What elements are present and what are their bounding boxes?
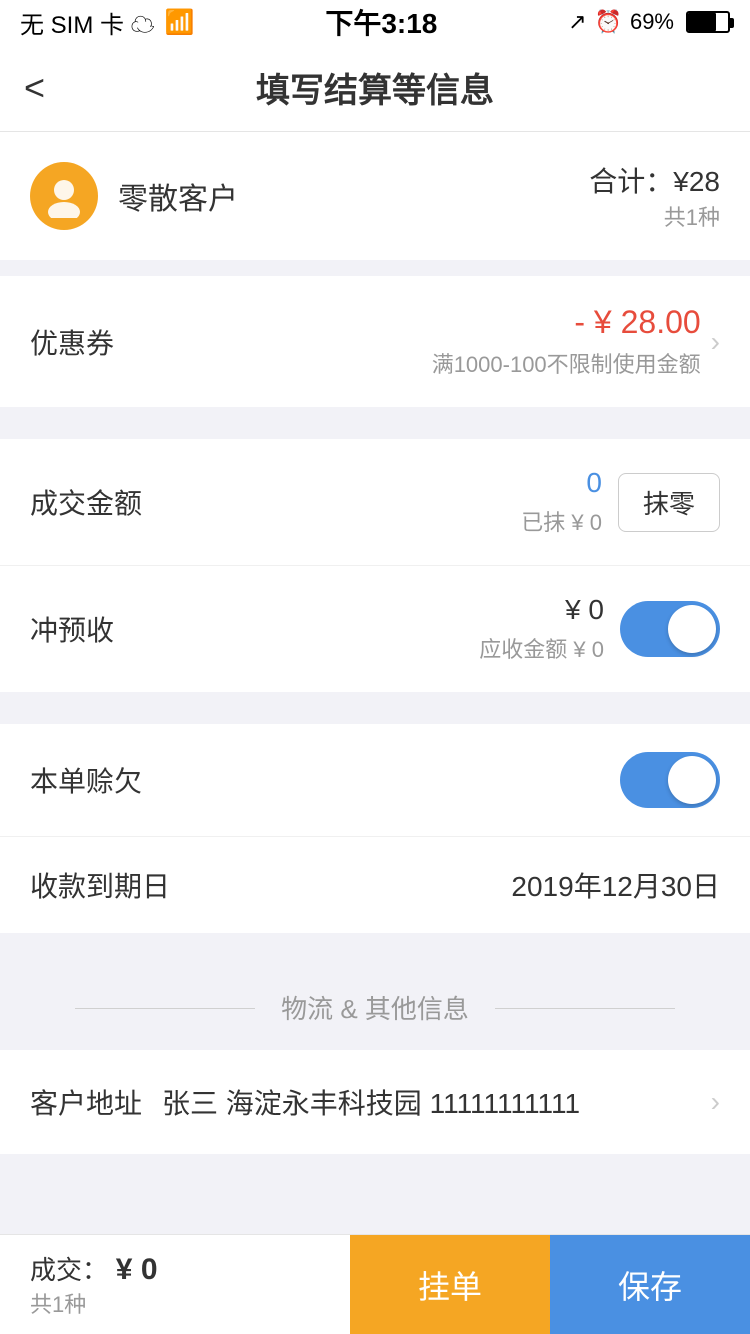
prepayment-row: 冲预收 ¥ 0 应收金额 ¥ 0	[0, 566, 750, 692]
address-left: 客户地址 张三 海淀永丰科技园 11111111111	[30, 1082, 580, 1122]
due-date-label: 收款到期日	[30, 865, 170, 905]
page-title: 填写结算等信息	[256, 63, 494, 112]
debt-right	[620, 752, 720, 808]
sim-label: 无 SIM 卡 ☁	[20, 5, 155, 40]
status-bar: 无 SIM 卡 ☁ 📶 下午3:18 ↗ ⏰ 69%	[0, 0, 750, 44]
bottom-deal-row: 成交： ¥ 0	[30, 1250, 320, 1287]
customer-name: 零散客户	[118, 174, 238, 218]
transaction-label: 成交金额	[30, 482, 142, 522]
debt-row: 本单赊欠	[0, 724, 750, 837]
alarm-icon: ⏰	[595, 9, 622, 35]
hang-order-button[interactable]: 挂单	[350, 1235, 550, 1334]
coupon-label: 优惠券	[30, 322, 114, 362]
due-date-row: 收款到期日 2019年12月30日	[0, 837, 750, 933]
debt-card: 本单赊欠 收款到期日 2019年12月30日	[0, 724, 750, 933]
battery-percent: 69%	[630, 9, 674, 35]
address-label: 客户地址	[30, 1082, 142, 1122]
bottom-deal-amount: ¥ 0	[116, 1253, 158, 1286]
transaction-right: 0 已抹 ¥ 0 抹零	[521, 467, 720, 537]
prepayment-toggle[interactable]	[620, 601, 720, 657]
battery-icon	[686, 11, 730, 33]
address-row[interactable]: 客户地址 张三 海淀永丰科技园 11111111111 ›	[0, 1050, 750, 1154]
round-zero-button[interactable]: 抹零	[618, 473, 720, 532]
address-value: 张三 海淀永丰科技园 11111111111	[162, 1082, 580, 1122]
nav-bar: < 填写结算等信息	[0, 44, 750, 132]
prepayment-value-block: ¥ 0 应收金额 ¥ 0	[479, 594, 604, 664]
coupon-right: - ¥ 28.00 满1000-100不限制使用金额 ›	[432, 304, 720, 379]
wifi-icon: 📶	[165, 8, 195, 37]
coupon-chevron-icon: ›	[711, 326, 720, 358]
section-divider-2	[0, 708, 750, 724]
address-chevron-icon: ›	[711, 1086, 720, 1118]
status-left: 无 SIM 卡 ☁ 📶	[20, 5, 195, 40]
coupon-sub: 满1000-100不限制使用金额	[432, 347, 701, 379]
section-divider-3	[0, 949, 750, 965]
bottom-count: 共1种	[30, 1287, 320, 1319]
prepayment-sub: 应收金额 ¥ 0	[479, 632, 604, 664]
back-button[interactable]: <	[24, 67, 45, 109]
transaction-card: 成交金额 0 已抹 ¥ 0 抹零 冲预收 ¥ 0 应收金额 ¥ 0	[0, 439, 750, 692]
bottom-deal-label: 成交：	[30, 1255, 108, 1285]
transaction-row: 成交金额 0 已抹 ¥ 0 抹零	[0, 439, 750, 566]
bottom-info: 成交： ¥ 0 共1种	[0, 1250, 350, 1319]
customer-row: 零散客户 合计：¥28 共1种	[0, 132, 750, 260]
status-time: 下午3:18	[325, 2, 437, 42]
prepayment-value: ¥ 0	[479, 594, 604, 626]
coupon-row[interactable]: 优惠券 - ¥ 28.00 满1000-100不限制使用金额 ›	[0, 276, 750, 407]
status-right: ↗ ⏰ 69%	[568, 9, 730, 35]
transaction-value: 0	[521, 467, 602, 499]
prepayment-right: ¥ 0 应收金额 ¥ 0	[479, 594, 720, 664]
logistics-label: 物流 & 其他信息	[0, 989, 750, 1026]
section-divider-1	[0, 423, 750, 439]
due-date-value: 2019年12月30日	[511, 865, 720, 905]
coupon-discount: - ¥ 28.00	[432, 304, 701, 341]
transaction-sub: 已抹 ¥ 0	[521, 505, 602, 537]
avatar-icon	[42, 174, 86, 218]
debt-label: 本单赊欠	[30, 760, 142, 800]
logistics-section: 物流 & 其他信息	[0, 965, 750, 1050]
customer-total: 合计：¥28	[589, 160, 720, 200]
content-area: 零散客户 合计：¥28 共1种 优惠券 - ¥ 28.00 满1000-100不…	[0, 132, 750, 1274]
debt-toggle[interactable]	[620, 752, 720, 808]
coupon-info: - ¥ 28.00 满1000-100不限制使用金额	[432, 304, 701, 379]
transaction-value-block: 0 已抹 ¥ 0	[521, 467, 602, 537]
customer-avatar	[30, 162, 98, 230]
location-icon: ↗	[568, 9, 586, 35]
save-button[interactable]: 保存	[550, 1235, 750, 1334]
bottom-bar: 成交： ¥ 0 共1种 挂单 保存	[0, 1234, 750, 1334]
prepayment-label: 冲预收	[30, 609, 114, 649]
customer-summary: 合计：¥28 共1种	[589, 160, 720, 232]
customer-left: 零散客户	[30, 162, 238, 230]
customer-count: 共1种	[589, 200, 720, 232]
